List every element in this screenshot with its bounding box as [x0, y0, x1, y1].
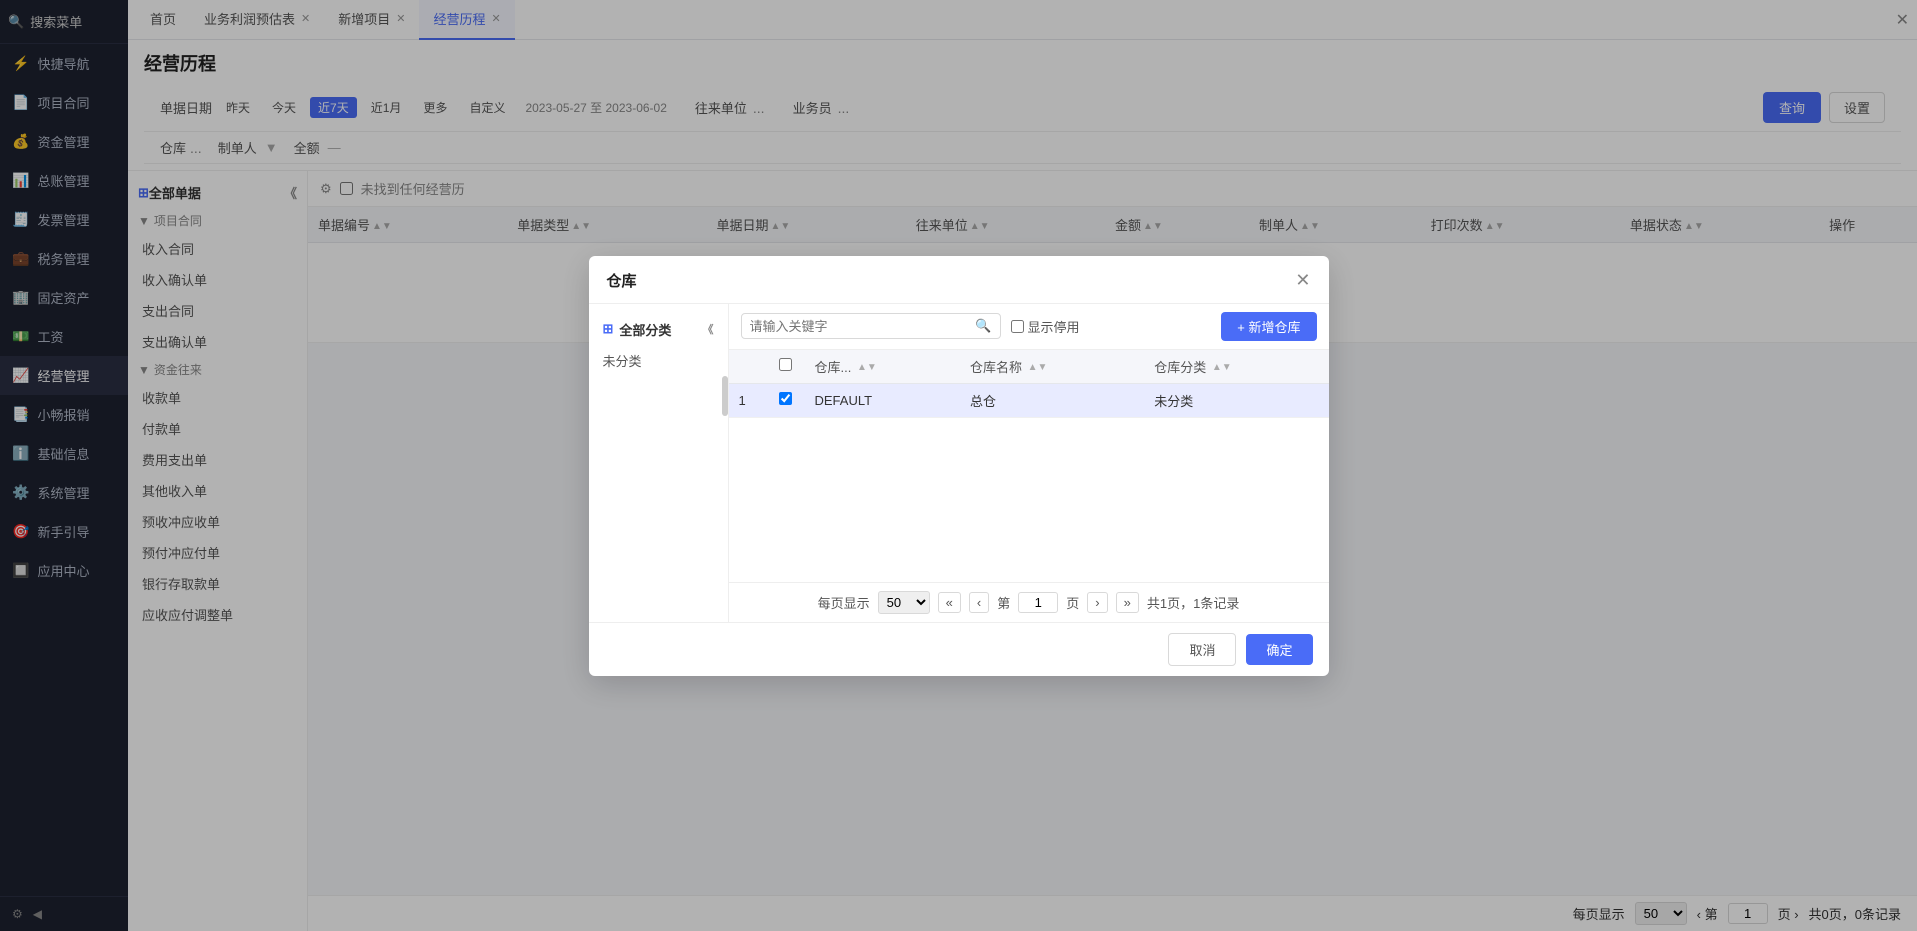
cell-warehouse-category: 未分类	[1144, 383, 1328, 417]
modal-per-page-label: 每页显示	[818, 593, 870, 612]
modal-search-box[interactable]: 🔍	[741, 313, 1001, 339]
modal-next-page[interactable]: ›	[1087, 592, 1107, 613]
modal-pagination: 每页显示 50 100 « ‹ 第 页 › » 共1页，1条记录	[729, 582, 1329, 622]
modal-toolbar: 🔍 显示停用 + 新增仓库	[729, 304, 1329, 350]
show-disabled-label: 显示停用	[1028, 317, 1080, 336]
cell-warehouse-code: DEFAULT	[805, 383, 961, 417]
th-warehouse-cat-sort[interactable]: 仓库分类 ▲▼	[1154, 360, 1231, 375]
cell-warehouse-name: 总仓	[960, 383, 1144, 417]
show-disabled-checkbox[interactable]	[1011, 320, 1024, 333]
modal-footer: 取消 确定	[589, 622, 1329, 676]
modal-left-scrollbar-thumb[interactable]	[722, 376, 728, 416]
th-row-num	[729, 350, 769, 384]
all-categories-label: 全部分类	[619, 320, 671, 339]
th-warehouse-name: 仓库名称 ▲▼	[960, 350, 1144, 384]
modal-close-button[interactable]: ✕	[1295, 270, 1310, 291]
modal-left-collapse[interactable]: 《	[703, 321, 714, 337]
th-warehouse-code-sort[interactable]: 仓库... ▲▼	[815, 360, 877, 375]
modal-search-input[interactable]	[750, 319, 976, 334]
modal-uncategorized[interactable]: 未分类	[589, 345, 728, 376]
modal-title: 仓库	[607, 270, 637, 291]
table-row[interactable]: 1 DEFAULT 总仓 未分类	[729, 383, 1329, 417]
modal-all-categories[interactable]: ⊞ 全部分类 《	[589, 314, 728, 345]
uncategorized-label: 未分类	[603, 351, 642, 370]
th-checkbox	[769, 350, 805, 384]
warehouse-modal: 仓库 ✕ ⊞ 全部分类 《 未分类	[589, 256, 1329, 676]
modal-table-header: 仓库... ▲▼ 仓库名称 ▲▼ 仓库分类 ▲▼	[729, 350, 1329, 384]
th-warehouse-category: 仓库分类 ▲▼	[1144, 350, 1328, 384]
categories-icon: ⊞	[603, 321, 614, 337]
row-checkbox[interactable]	[779, 392, 792, 405]
modal-overlay: 仓库 ✕ ⊞ 全部分类 《 未分类	[0, 0, 1917, 931]
modal-first-page[interactable]: «	[938, 592, 961, 613]
modal-page-suffix: 页	[1066, 593, 1079, 612]
modal-select-all[interactable]	[779, 358, 792, 371]
th-warehouse-name-sort[interactable]: 仓库名称 ▲▼	[970, 360, 1047, 375]
modal-confirm-button[interactable]: 确定	[1246, 634, 1312, 665]
modal-page-input[interactable]	[1018, 592, 1058, 613]
modal-page-label: 第	[997, 593, 1010, 612]
modal-total: 共1页，1条记录	[1147, 593, 1239, 612]
modal-last-page[interactable]: »	[1116, 592, 1139, 613]
cell-checkbox[interactable]	[769, 383, 805, 417]
modal-table: 仓库... ▲▼ 仓库名称 ▲▼ 仓库分类 ▲▼	[729, 350, 1329, 418]
modal-body: ⊞ 全部分类 《 未分类	[589, 304, 1329, 622]
modal-prev-page[interactable]: ‹	[969, 592, 989, 613]
cell-row-num: 1	[729, 383, 769, 417]
show-disabled-checkbox-label[interactable]: 显示停用	[1011, 317, 1080, 336]
modal-left-panel: ⊞ 全部分类 《 未分类	[589, 304, 729, 622]
modal-table-wrap: 仓库... ▲▼ 仓库名称 ▲▼ 仓库分类 ▲▼	[729, 350, 1329, 582]
search-icon: 🔍	[975, 318, 991, 334]
modal-header: 仓库 ✕	[589, 256, 1329, 304]
th-warehouse-code: 仓库... ▲▼	[805, 350, 961, 384]
modal-per-page-select[interactable]: 50 100	[878, 591, 930, 614]
add-warehouse-button[interactable]: + 新增仓库	[1221, 312, 1316, 341]
modal-right-panel: 🔍 显示停用 + 新增仓库	[729, 304, 1329, 622]
modal-cancel-button[interactable]: 取消	[1168, 633, 1236, 666]
